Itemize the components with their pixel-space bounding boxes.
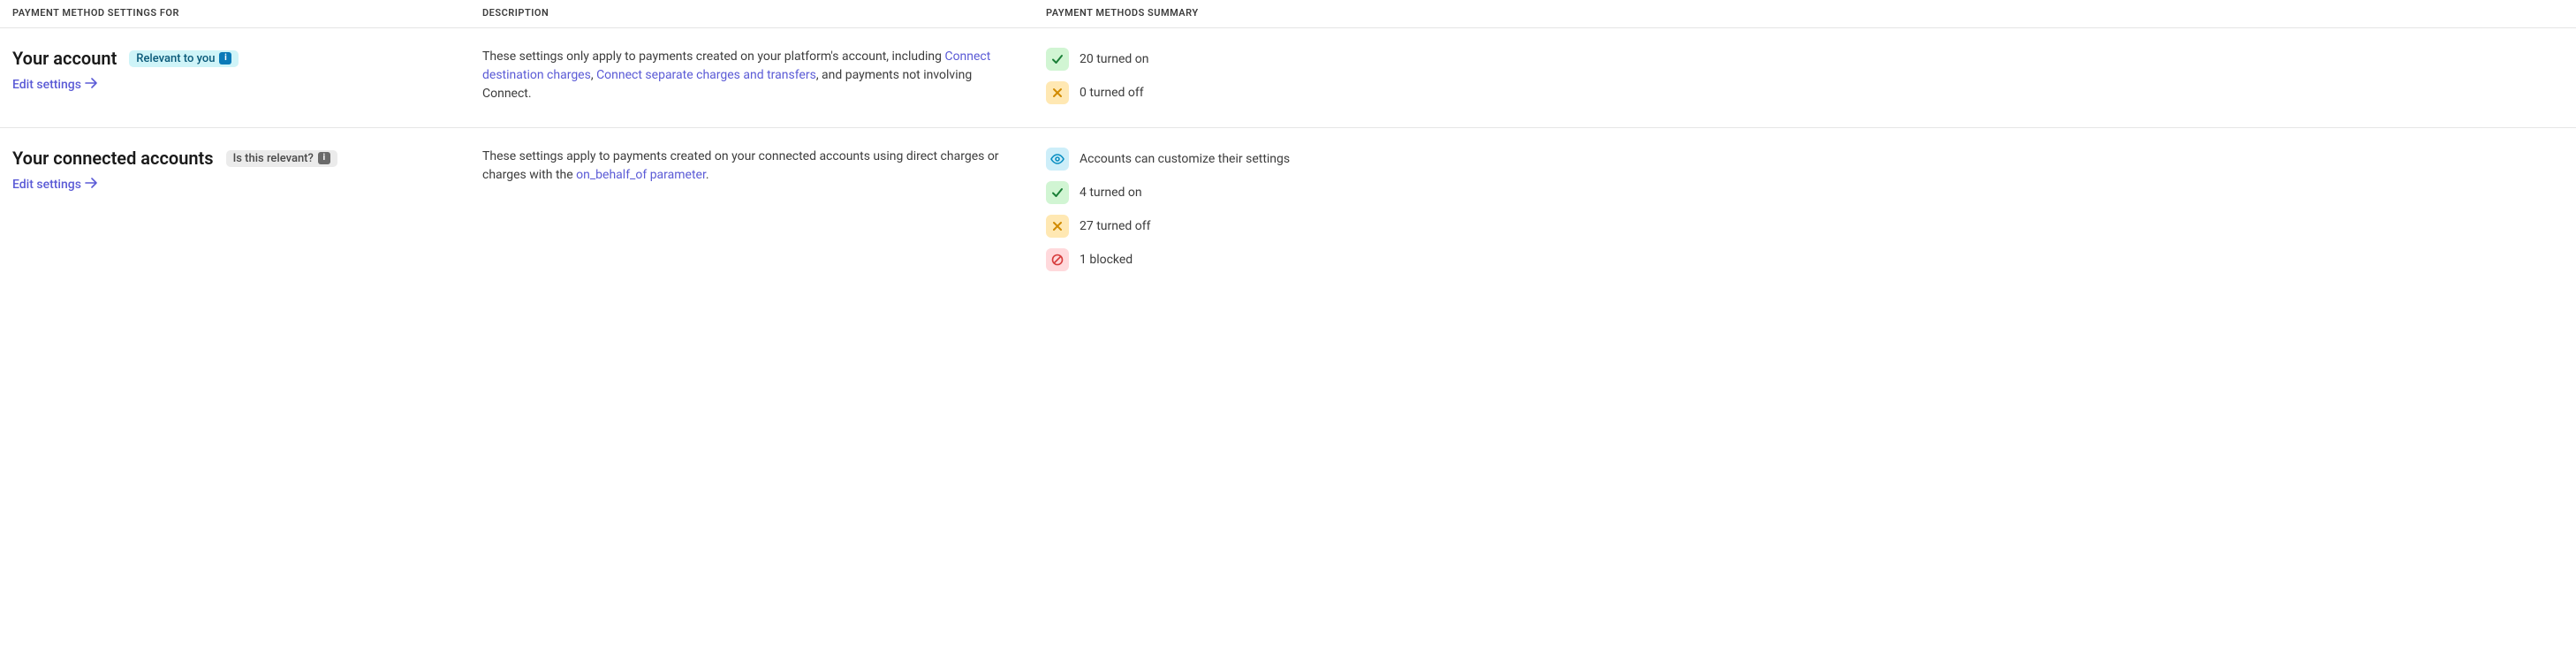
info-icon: i (318, 152, 330, 164)
cell-description: These settings only apply to payments cr… (482, 48, 1046, 104)
cell-summary: 20 turned on 0 turned off (1046, 48, 2564, 104)
relevance-badge[interactable]: Is this relevant? i (226, 150, 337, 167)
summary-text: 0 turned off (1080, 86, 1144, 100)
summary-item-customize: Accounts can customize their settings (1046, 148, 2564, 171)
summary-item-off: 0 turned off (1046, 81, 2564, 104)
header-description: DESCRIPTION (482, 7, 1046, 19)
summary-text: 27 turned off (1080, 219, 1151, 233)
row-title: Your account (12, 48, 117, 69)
edit-settings-link[interactable]: Edit settings (12, 178, 97, 192)
on-behalf-of-link[interactable]: on_behalf_of parameter (576, 168, 706, 182)
summary-text: 4 turned on (1080, 186, 1142, 200)
header-summary: PAYMENT METHODS SUMMARY (1046, 7, 2564, 19)
edit-link-text: Edit settings (12, 178, 81, 192)
info-icon: i (219, 52, 231, 64)
edit-settings-link[interactable]: Edit settings (12, 78, 97, 92)
table-row: Your account Relevant to you i Edit sett… (0, 28, 2576, 128)
title-line: Your connected accounts Is this relevant… (12, 148, 482, 169)
desc-prefix: These settings only apply to payments cr… (482, 49, 944, 64)
badge-text: Relevant to you (136, 52, 215, 65)
check-icon (1046, 181, 1069, 204)
edit-link-text: Edit settings (12, 78, 81, 92)
summary-text: 1 blocked (1080, 253, 1133, 267)
eye-icon (1046, 148, 1069, 171)
title-line: Your account Relevant to you i (12, 48, 482, 69)
description-text: These settings apply to payments created… (482, 148, 1011, 185)
cell-description: These settings apply to payments created… (482, 148, 1046, 271)
arrow-right-icon (85, 178, 97, 192)
table-header-row: PAYMENT METHOD SETTINGS FOR DESCRIPTION … (0, 0, 2576, 28)
relevance-badge[interactable]: Relevant to you i (129, 50, 239, 67)
x-icon (1046, 215, 1069, 238)
summary-item-on: 20 turned on (1046, 48, 2564, 71)
desc-prefix: These settings apply to payments created… (482, 149, 999, 182)
check-icon (1046, 48, 1069, 71)
connect-separate-charges-link[interactable]: Connect separate charges and transfers (596, 68, 816, 82)
cell-summary: Accounts can customize their settings 4 … (1046, 148, 2564, 271)
header-name: PAYMENT METHOD SETTINGS FOR (12, 7, 482, 19)
cell-name: Your account Relevant to you i Edit sett… (12, 48, 482, 104)
cell-name: Your connected accounts Is this relevant… (12, 148, 482, 271)
description-text: These settings only apply to payments cr… (482, 48, 1011, 103)
row-title: Your connected accounts (12, 148, 214, 169)
x-icon (1046, 81, 1069, 104)
payment-settings-table: PAYMENT METHOD SETTINGS FOR DESCRIPTION … (0, 0, 2576, 294)
arrow-right-icon (85, 78, 97, 92)
summary-list: 20 turned on 0 turned off (1046, 48, 2564, 104)
summary-item-off: 27 turned off (1046, 215, 2564, 238)
summary-item-on: 4 turned on (1046, 181, 2564, 204)
badge-text: Is this relevant? (233, 152, 314, 165)
summary-item-blocked: 1 blocked (1046, 248, 2564, 271)
summary-list: Accounts can customize their settings 4 … (1046, 148, 2564, 271)
desc-suffix: . (706, 168, 709, 182)
summary-text: Accounts can customize their settings (1080, 152, 1290, 166)
blocked-icon (1046, 248, 1069, 271)
table-row: Your connected accounts Is this relevant… (0, 128, 2576, 294)
summary-text: 20 turned on (1080, 52, 1149, 66)
